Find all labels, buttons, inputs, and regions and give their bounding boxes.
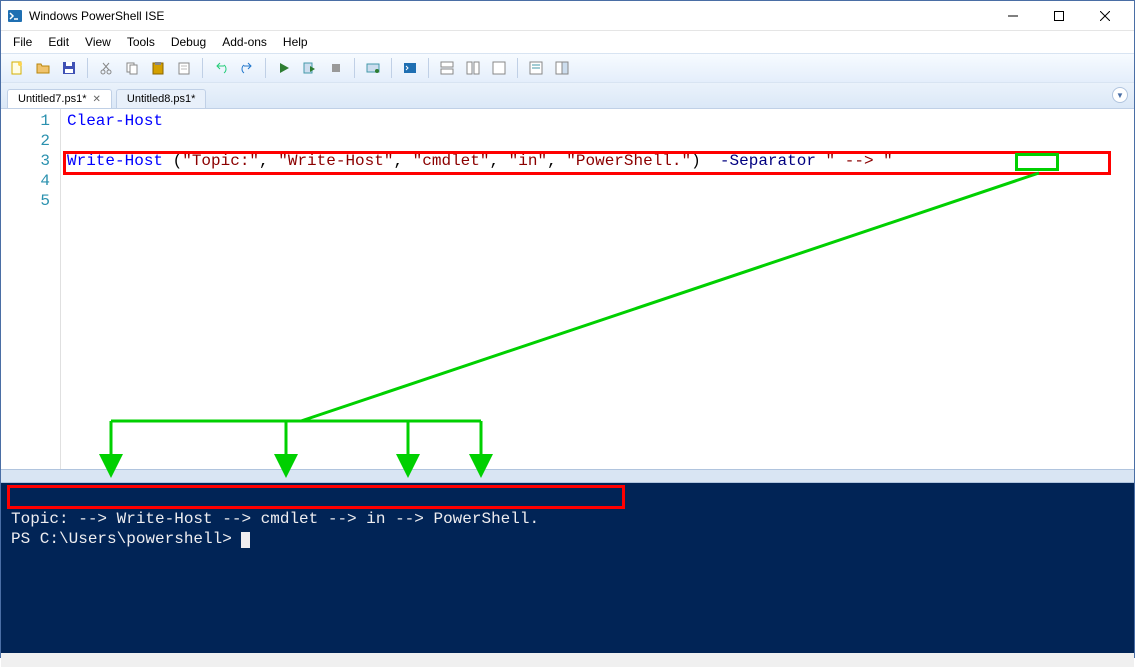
cut-icon[interactable] (94, 56, 118, 80)
tab-untitled8[interactable]: Untitled8.ps1* (116, 89, 207, 108)
new-file-icon[interactable] (5, 56, 29, 80)
menu-debug[interactable]: Debug (163, 33, 214, 51)
save-icon[interactable] (57, 56, 81, 80)
tab-label: Untitled7.ps1* (18, 93, 87, 105)
window-title: Windows PowerShell ISE (29, 9, 990, 23)
line-number-gutter: 1 2 3 4 5 (1, 109, 61, 469)
menu-tools[interactable]: Tools (119, 33, 163, 51)
menu-help[interactable]: Help (275, 33, 316, 51)
run-script-icon[interactable] (272, 56, 296, 80)
tab-close-icon[interactable]: ✕ (93, 94, 101, 105)
console-prompt: PS C:\Users\powershell> (11, 530, 241, 548)
show-command-addon-icon[interactable] (550, 56, 574, 80)
copy-icon[interactable] (120, 56, 144, 80)
app-icon (7, 8, 23, 24)
console-cursor (241, 532, 250, 548)
menu-addons[interactable]: Add-ons (214, 33, 275, 51)
show-commands-icon[interactable] (524, 56, 548, 80)
toolbar (1, 53, 1134, 83)
powershell-console-icon[interactable] (398, 56, 422, 80)
close-button[interactable] (1082, 1, 1128, 31)
expand-script-pane-icon[interactable]: ▼ (1112, 87, 1128, 103)
console-output: Topic: --> Write-Host --> cmdlet --> in … (11, 510, 539, 528)
layout-stacked-icon[interactable] (435, 56, 459, 80)
menu-file[interactable]: File (5, 33, 40, 51)
layout-side-icon[interactable] (461, 56, 485, 80)
undo-icon[interactable] (209, 56, 233, 80)
tab-label: Untitled8.ps1* (127, 93, 196, 105)
redo-icon[interactable] (235, 56, 259, 80)
console-pane[interactable]: Topic: --> Write-Host --> cmdlet --> in … (1, 483, 1134, 653)
tab-untitled7[interactable]: Untitled7.ps1* ✕ (7, 89, 112, 108)
remote-icon[interactable] (361, 56, 385, 80)
menubar: File Edit View Tools Debug Add-ons Help (1, 31, 1134, 53)
pane-splitter[interactable] (1, 469, 1134, 483)
stop-icon[interactable] (324, 56, 348, 80)
annotation-red-box-output (7, 485, 625, 509)
titlebar: Windows PowerShell ISE (1, 1, 1134, 31)
menu-view[interactable]: View (77, 33, 119, 51)
menu-edit[interactable]: Edit (40, 33, 77, 51)
console-scrollbar[interactable] (1, 653, 1134, 667)
layout-full-icon[interactable] (487, 56, 511, 80)
code-area[interactable]: Clear-Host Write-Host ("Topic:", "Write-… (61, 109, 1134, 469)
open-file-icon[interactable] (31, 56, 55, 80)
minimize-button[interactable] (990, 1, 1036, 31)
clear-icon[interactable] (172, 56, 196, 80)
maximize-button[interactable] (1036, 1, 1082, 31)
editor-tabs: Untitled7.ps1* ✕ Untitled8.ps1* ▼ (1, 83, 1134, 109)
run-selection-icon[interactable] (298, 56, 322, 80)
paste-icon[interactable] (146, 56, 170, 80)
script-editor[interactable]: 1 2 3 4 5 Clear-Host Write-Host ("Topic:… (1, 109, 1134, 469)
